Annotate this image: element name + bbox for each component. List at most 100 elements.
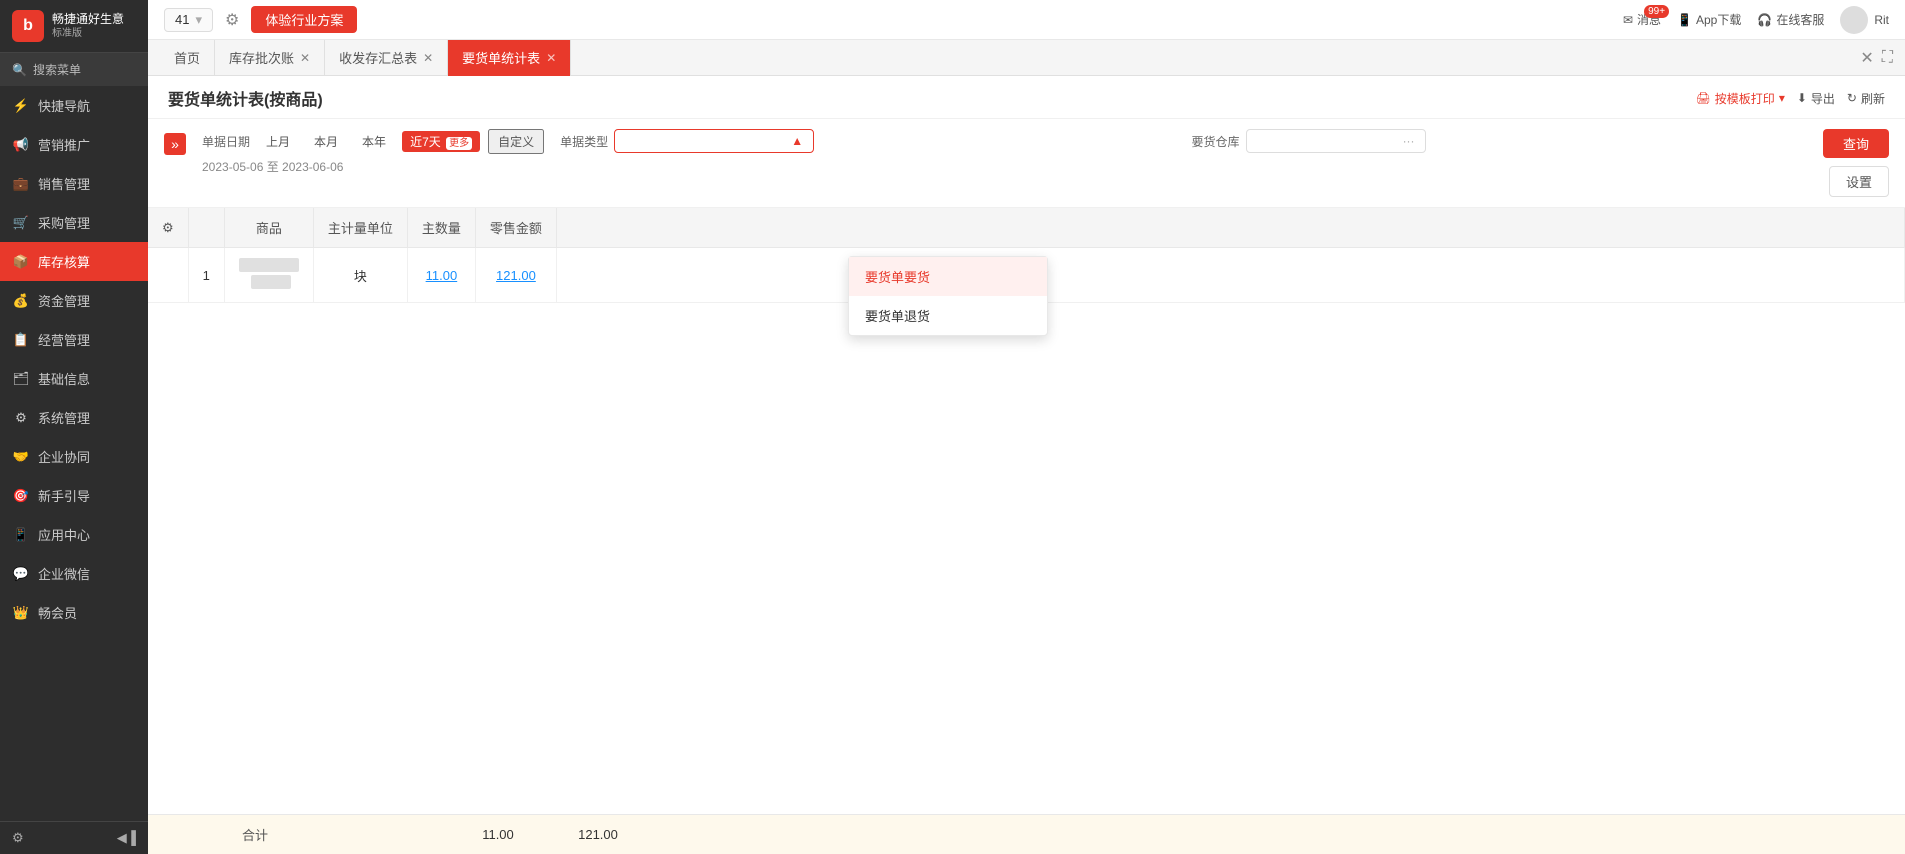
template-print-button[interactable]: 🖨 按模板打印 ▾: [1696, 90, 1785, 107]
date-btn-this-month[interactable]: 本月: [306, 131, 346, 152]
member-icon: 👑: [12, 604, 30, 622]
export-button[interactable]: ⬇ 导出: [1797, 90, 1835, 107]
page-title: 要货单统计表(按商品): [168, 86, 323, 110]
product-spec-placeholder: [251, 275, 291, 289]
action-buttons-group: 查询 设置: [1823, 129, 1889, 197]
sidebar-item-enterprise[interactable]: 🤝 企业协同: [0, 437, 148, 476]
header-right: ✉ 消息 99+ 📱 App下载 🎧 在线客服 Rit: [1623, 6, 1889, 34]
basic-icon: 🗂: [12, 370, 30, 388]
warehouse-select-box[interactable]: ···: [1246, 129, 1426, 153]
app-download-button[interactable]: 📱 App下载: [1677, 11, 1741, 28]
query-button[interactable]: 查询: [1823, 129, 1889, 158]
tab-close-requisition-stat[interactable]: ✕: [546, 51, 556, 65]
tab-requisition-stat[interactable]: 要货单统计表 ✕: [448, 40, 571, 76]
tab-expand-button[interactable]: ⛶: [1882, 49, 1893, 67]
guide-icon: 🎯: [12, 487, 30, 505]
notifications-button[interactable]: ✉ 消息 99+: [1623, 11, 1661, 28]
date-btn-custom[interactable]: 自定义: [488, 129, 544, 154]
company-selector[interactable]: 41 ▾: [164, 8, 213, 32]
chevron-up-icon: ▲: [791, 134, 803, 148]
sales-icon: 💼: [12, 175, 30, 193]
user-avatar-area[interactable]: Rit: [1840, 6, 1889, 34]
tabs-right-actions: ✕ ⛶: [1860, 48, 1893, 68]
export-icon: ⬇: [1797, 91, 1807, 105]
tab-close-all-button[interactable]: ✕: [1860, 48, 1873, 68]
filter-expand-button[interactable]: »: [164, 133, 186, 155]
th-amount: 零售金额: [475, 208, 556, 248]
tab-close-recv-summary[interactable]: ✕: [423, 51, 433, 65]
footer-qty-cell: 11.00: [448, 827, 548, 842]
th-index: [188, 208, 224, 248]
avatar: [1840, 6, 1868, 34]
chevron-down-icon: ▾: [195, 12, 202, 28]
settings-icon[interactable]: ⚙: [12, 830, 24, 846]
promo-button[interactable]: 体验行业方案: [251, 6, 357, 33]
marketing-icon: 📢: [12, 136, 30, 154]
sidebar-item-inventory[interactable]: 📦 库存核算: [0, 242, 148, 281]
sidebar-bottom: ⚙ ◀▐: [0, 821, 148, 854]
qty-link[interactable]: 11.00: [426, 268, 458, 283]
date-range-row: 2023-05-06 至 2023-06-06: [202, 158, 544, 175]
td-qty: 11.00: [407, 248, 475, 303]
date-filter-group: 单据日期 上月 本月 本年 近7天 更多 自定义 2023-05-06 至 20…: [202, 129, 544, 175]
date-btn-7days[interactable]: 近7天 更多: [402, 131, 480, 152]
type-select-box[interactable]: ▲: [614, 129, 814, 153]
date-btn-last-month[interactable]: 上月: [258, 131, 298, 152]
refresh-button[interactable]: ↻ 刷新: [1847, 90, 1885, 107]
quick-nav-icon: ⚡: [12, 97, 30, 115]
sidebar-item-appstore[interactable]: 📱 应用中心: [0, 515, 148, 554]
sidebar-item-marketing[interactable]: 📢 营销推广: [0, 125, 148, 164]
sidebar-item-member[interactable]: 👑 畅会员: [0, 593, 148, 632]
type-dropdown: 要货单要货 要货单退货: [848, 256, 1048, 336]
sidebar-item-purchase[interactable]: 🛒 采购管理: [0, 203, 148, 242]
table-footer: 合计 11.00 121.00: [148, 814, 1905, 854]
th-settings[interactable]: ⚙: [148, 208, 188, 248]
amount-link[interactable]: 121.00: [496, 268, 536, 283]
app-logo-icon: b: [12, 10, 44, 42]
sidebar-item-system[interactable]: ⚙ 系统管理: [0, 398, 148, 437]
td-amount: 121.00: [475, 248, 556, 303]
sidebar-item-quick-nav[interactable]: ⚡ 快捷导航: [0, 86, 148, 125]
sidebar-nav: ⚡ 快捷导航 📢 营销推广 💼 销售管理 🛒 采购管理 📦 库存核算 💰 资金管…: [0, 86, 148, 821]
sidebar: b 畅捷通好生意 标准版 🔍 搜索菜单 ⚡ 快捷导航 📢 营销推广 💼 销售管理…: [0, 0, 148, 854]
td-extra: [556, 248, 1904, 303]
table-header-row: ⚙ 商品 主计量单位 主数量 零售金额: [148, 208, 1905, 248]
table-settings-icon[interactable]: ⚙: [162, 220, 174, 235]
sidebar-item-sales[interactable]: 💼 销售管理: [0, 164, 148, 203]
phone-icon: 📱: [1677, 13, 1692, 27]
date-btn-this-year[interactable]: 本年: [354, 131, 394, 152]
header-gear-icon[interactable]: ⚙: [225, 10, 239, 30]
product-name-placeholder: [239, 258, 299, 272]
sidebar-item-operation[interactable]: 📋 经营管理: [0, 320, 148, 359]
search-menu-item[interactable]: 🔍 搜索菜单: [0, 53, 148, 86]
sidebar-item-guide[interactable]: 🎯 新手引导: [0, 476, 148, 515]
td-index: 1: [188, 248, 224, 303]
header-left: 41 ▾ ⚙ 体验行业方案: [164, 6, 357, 33]
dropdown-item-order-return[interactable]: 要货单退货: [849, 296, 1047, 335]
page-title-bar: 要货单统计表(按商品) 🖨 按模板打印 ▾ ⬇ 导出 ↻ 刷新: [148, 76, 1905, 119]
collapse-sidebar-button[interactable]: ◀▐: [117, 830, 136, 846]
td-unit: 块: [313, 248, 407, 303]
tab-recv-summary[interactable]: 收发存汇总表 ✕: [325, 40, 448, 76]
setting-button[interactable]: 设置: [1829, 166, 1889, 197]
ellipsis-icon: ···: [1403, 134, 1415, 148]
th-extra: [556, 208, 1904, 248]
tab-close-inventory-batch[interactable]: ✕: [300, 51, 310, 65]
online-service-button[interactable]: 🎧 在线客服: [1757, 11, 1824, 28]
sidebar-item-finance[interactable]: 💰 资金管理: [0, 281, 148, 320]
sidebar-item-wechat[interactable]: 💬 企业微信: [0, 554, 148, 593]
wechat-icon: 💬: [12, 565, 30, 583]
search-icon: 🔍: [12, 63, 27, 77]
app-logo-text: 畅捷通好生意 标准版: [52, 12, 124, 41]
tab-inventory-batch[interactable]: 库存批次账 ✕: [215, 40, 325, 76]
date-filter-label: 单据日期: [202, 133, 250, 150]
sidebar-item-basic[interactable]: 🗂 基础信息: [0, 359, 148, 398]
tab-home[interactable]: 首页: [160, 40, 215, 76]
header: 41 ▾ ⚙ 体验行业方案 ✉ 消息 99+ 📱 App下载 🎧 在线客服: [148, 0, 1905, 40]
page-actions: 🖨 按模板打印 ▾ ⬇ 导出 ↻ 刷新: [1696, 90, 1885, 107]
type-filter-group: 单据类型 ▲: [560, 129, 1175, 153]
dropdown-item-order-requisition[interactable]: 要货单要货: [849, 257, 1047, 296]
warehouse-select-value: [1257, 134, 1377, 148]
inventory-icon: 📦: [12, 253, 30, 271]
purchase-icon: 🛒: [12, 214, 30, 232]
